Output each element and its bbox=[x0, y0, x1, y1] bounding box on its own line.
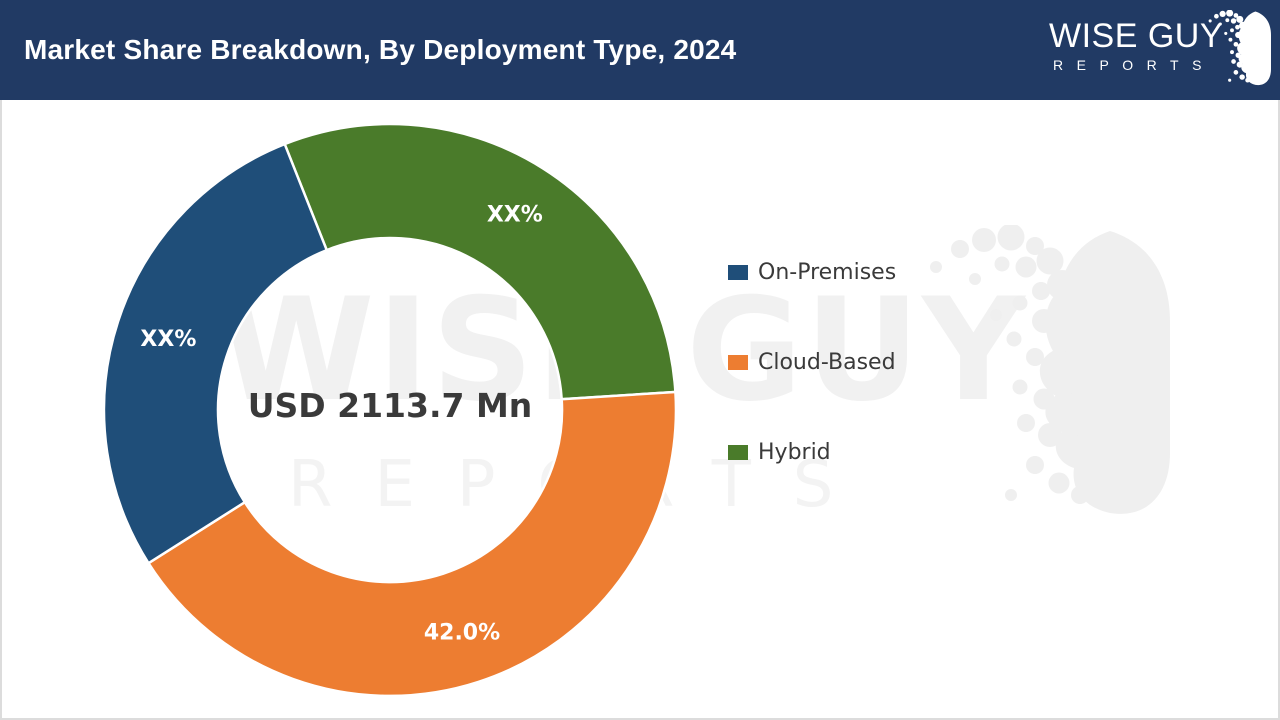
legend-label: On-Premises bbox=[758, 259, 897, 285]
wiseguy-face-logo-icon bbox=[1186, 10, 1278, 88]
segment-value-label-hybrid: XX% bbox=[487, 202, 543, 227]
legend-label: Hybrid bbox=[758, 439, 831, 465]
legend-item-on-premises: On-Premises bbox=[728, 257, 896, 287]
legend-label: Cloud-Based bbox=[758, 349, 896, 375]
donut-segment-hybrid bbox=[283, 122, 677, 401]
center-total-label: USD 2113.7 Mn bbox=[247, 386, 533, 425]
legend-item-cloud-based: Cloud-Based bbox=[728, 347, 896, 377]
legend-swatch-hybrid bbox=[728, 444, 748, 460]
legend-swatch-on-premises bbox=[728, 264, 748, 280]
segment-value-label-on-premises: XX% bbox=[140, 327, 196, 352]
segment-value-label-cloud-based: 42.0% bbox=[424, 621, 500, 646]
legend-item-hybrid: Hybrid bbox=[728, 437, 896, 467]
header: Market Share Breakdown, By Deployment Ty… bbox=[0, 0, 1280, 100]
donut-segment-cloud-based bbox=[146, 390, 678, 698]
page-title: Market Share Breakdown, By Deployment Ty… bbox=[24, 34, 737, 65]
wiseguy-logo: WISE GUY REPORTS bbox=[1035, 0, 1280, 100]
legend-swatch-cloud-based bbox=[728, 354, 748, 370]
donut-chart: XX% 42.0% XX% bbox=[102, 122, 678, 698]
chart-legend: On-Premises Cloud-Based Hybrid bbox=[728, 257, 896, 527]
donut-segment-on-premises bbox=[102, 142, 329, 565]
